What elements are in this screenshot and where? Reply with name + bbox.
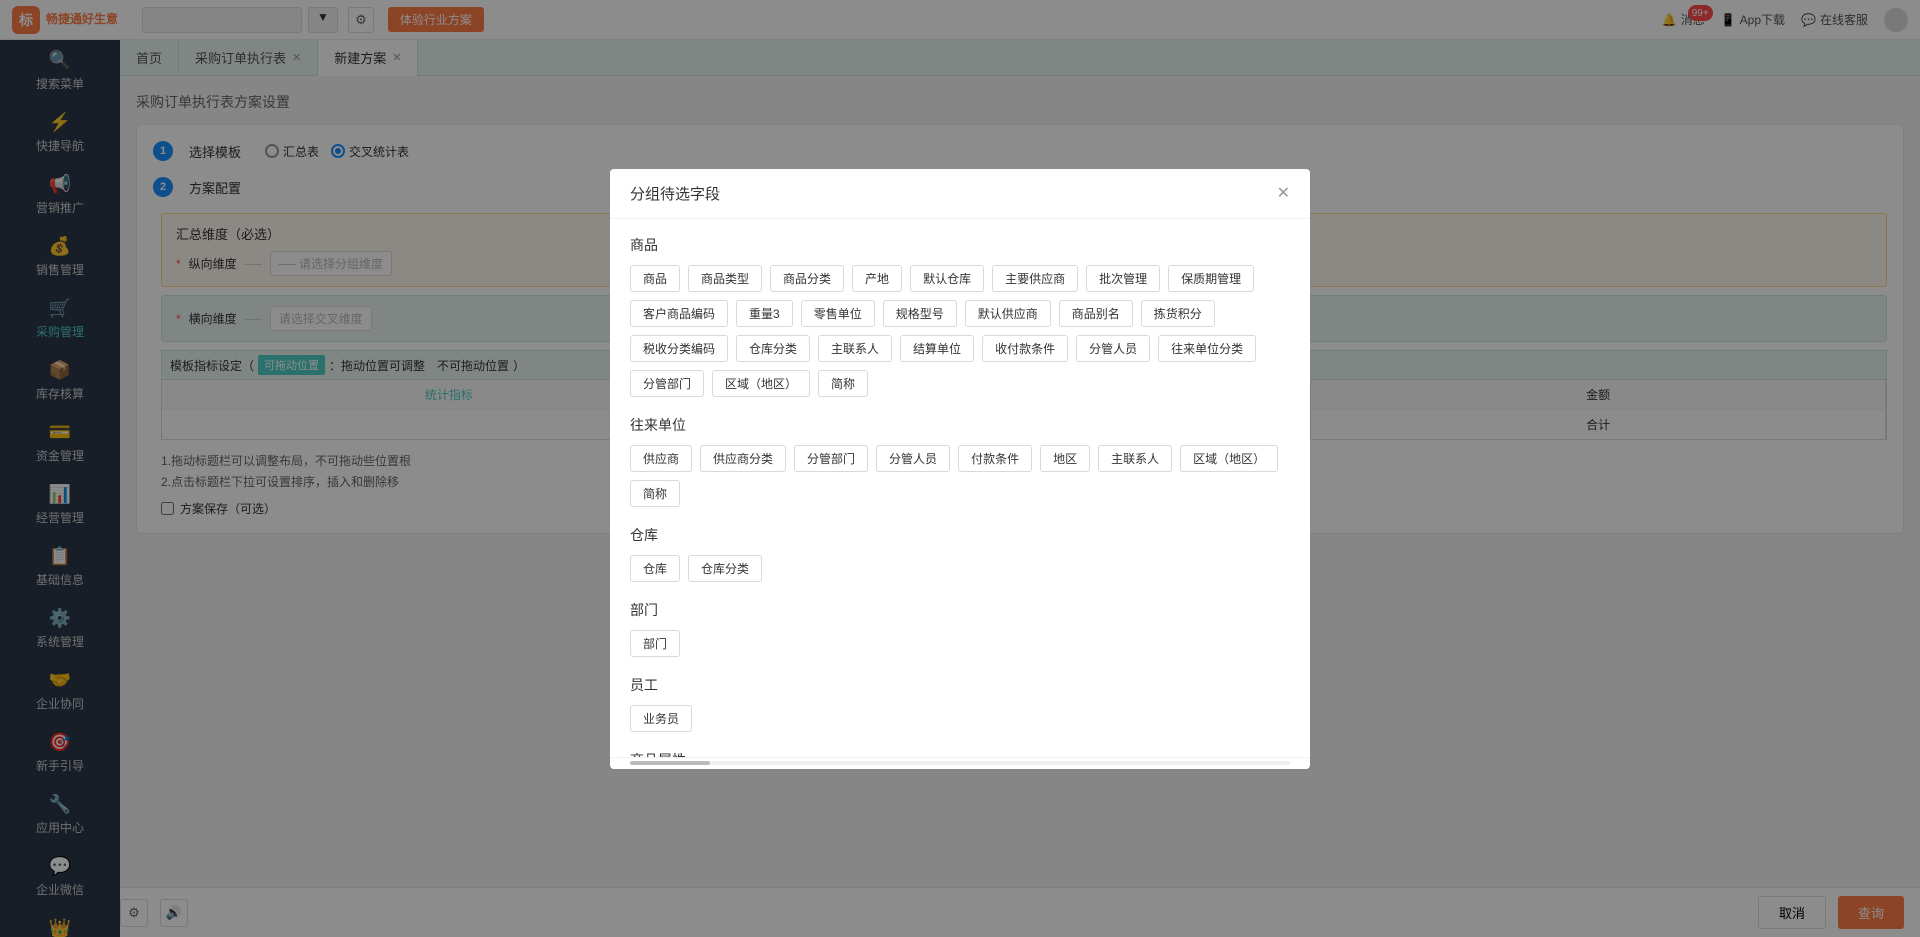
- field-payment-terms[interactable]: 收付款条件: [982, 335, 1068, 362]
- modal-dialog: 分组待选字段 ✕ 商品 商品 商品类型 商品分类 产地 默认仓库 主要供应商 批…: [610, 169, 1310, 769]
- field-pick-points[interactable]: 拣货积分: [1141, 300, 1215, 327]
- field-supervisor[interactable]: 分管人员: [1076, 335, 1150, 362]
- field-retail-unit[interactable]: 零售单位: [801, 300, 875, 327]
- modal-overlay: 分组待选字段 ✕ 商品 商品 商品类型 商品分类 产地 默认仓库 主要供应商 批…: [0, 0, 1920, 937]
- section-partner: 往来单位 供应商 供应商分类 分管部门 分管人员 付款条件 地区 主联系人 区域…: [630, 415, 1290, 507]
- field-region-partner[interactable]: 地区: [1040, 445, 1090, 472]
- field-tax-code[interactable]: 税收分类编码: [630, 335, 728, 362]
- field-customer-code[interactable]: 客户商品编码: [630, 300, 728, 327]
- field-region-goods[interactable]: 区域（地区）: [712, 370, 810, 397]
- field-partner-category[interactable]: 往来单位分类: [1158, 335, 1256, 362]
- field-payment-cond[interactable]: 付款条件: [958, 445, 1032, 472]
- section-dept-title: 部门: [630, 600, 1290, 620]
- dept-fields: 部门: [630, 630, 1290, 657]
- field-dept-mgmt[interactable]: 分管部门: [630, 370, 704, 397]
- field-default-warehouse[interactable]: 默认仓库: [910, 265, 984, 292]
- field-origin[interactable]: 产地: [852, 265, 902, 292]
- field-supplier-category[interactable]: 供应商分类: [700, 445, 786, 472]
- field-dept-partner[interactable]: 分管部门: [794, 445, 868, 472]
- field-short-partner[interactable]: 简称: [630, 480, 680, 507]
- field-region2-partner[interactable]: 区域（地区）: [1180, 445, 1278, 472]
- field-batch-mgmt[interactable]: 批次管理: [1086, 265, 1160, 292]
- modal-hscrollbar[interactable]: [610, 757, 1310, 769]
- section-staff: 员工 业务员: [630, 675, 1290, 732]
- modal-title: 分组待选字段: [630, 183, 720, 204]
- field-main-contact-partner[interactable]: 主联系人: [1098, 445, 1172, 472]
- section-goods: 商品 商品 商品类型 商品分类 产地 默认仓库 主要供应商 批次管理 保质期管理…: [630, 235, 1290, 397]
- section-attr-title: 商品属性: [630, 750, 1290, 757]
- field-goods[interactable]: 商品: [630, 265, 680, 292]
- section-partner-title: 往来单位: [630, 415, 1290, 435]
- field-weight3[interactable]: 重量3: [736, 300, 793, 327]
- field-goods-type[interactable]: 商品类型: [688, 265, 762, 292]
- field-salesperson[interactable]: 业务员: [630, 705, 692, 732]
- modal-body[interactable]: 商品 商品 商品类型 商品分类 产地 默认仓库 主要供应商 批次管理 保质期管理…: [610, 219, 1310, 757]
- field-warehouse-category[interactable]: 仓库分类: [736, 335, 810, 362]
- section-goods-title: 商品: [630, 235, 1290, 255]
- partner-fields: 供应商 供应商分类 分管部门 分管人员 付款条件 地区 主联系人 区域（地区） …: [630, 445, 1290, 507]
- section-dept: 部门 部门: [630, 600, 1290, 657]
- section-attr: 商品属性 属性 颜色 多规格 尺码 鞋码 1: [630, 750, 1290, 757]
- warehouse-fields: 仓库 仓库分类: [630, 555, 1290, 582]
- field-main-supplier[interactable]: 主要供应商: [992, 265, 1078, 292]
- field-spec-model[interactable]: 规格型号: [883, 300, 957, 327]
- field-shelf-life[interactable]: 保质期管理: [1168, 265, 1254, 292]
- field-goods-alias[interactable]: 商品别名: [1059, 300, 1133, 327]
- goods-fields: 商品 商品类型 商品分类 产地 默认仓库 主要供应商 批次管理 保质期管理 客户…: [630, 265, 1290, 397]
- hscroll-track: [630, 761, 1290, 765]
- field-staff-partner[interactable]: 分管人员: [876, 445, 950, 472]
- section-warehouse-title: 仓库: [630, 525, 1290, 545]
- field-warehouse[interactable]: 仓库: [630, 555, 680, 582]
- field-default-supplier[interactable]: 默认供应商: [965, 300, 1051, 327]
- field-dept[interactable]: 部门: [630, 630, 680, 657]
- hscroll-thumb: [630, 761, 710, 765]
- field-short-name[interactable]: 简称: [818, 370, 868, 397]
- field-settle-unit[interactable]: 结算单位: [900, 335, 974, 362]
- field-goods-category[interactable]: 商品分类: [770, 265, 844, 292]
- field-warehouse-cat[interactable]: 仓库分类: [688, 555, 762, 582]
- section-warehouse: 仓库 仓库 仓库分类: [630, 525, 1290, 582]
- modal-header: 分组待选字段 ✕: [610, 169, 1310, 219]
- staff-fields: 业务员: [630, 705, 1290, 732]
- field-supplier[interactable]: 供应商: [630, 445, 692, 472]
- modal-close-button[interactable]: ✕: [1277, 183, 1290, 203]
- field-main-contact[interactable]: 主联系人: [818, 335, 892, 362]
- section-staff-title: 员工: [630, 675, 1290, 695]
